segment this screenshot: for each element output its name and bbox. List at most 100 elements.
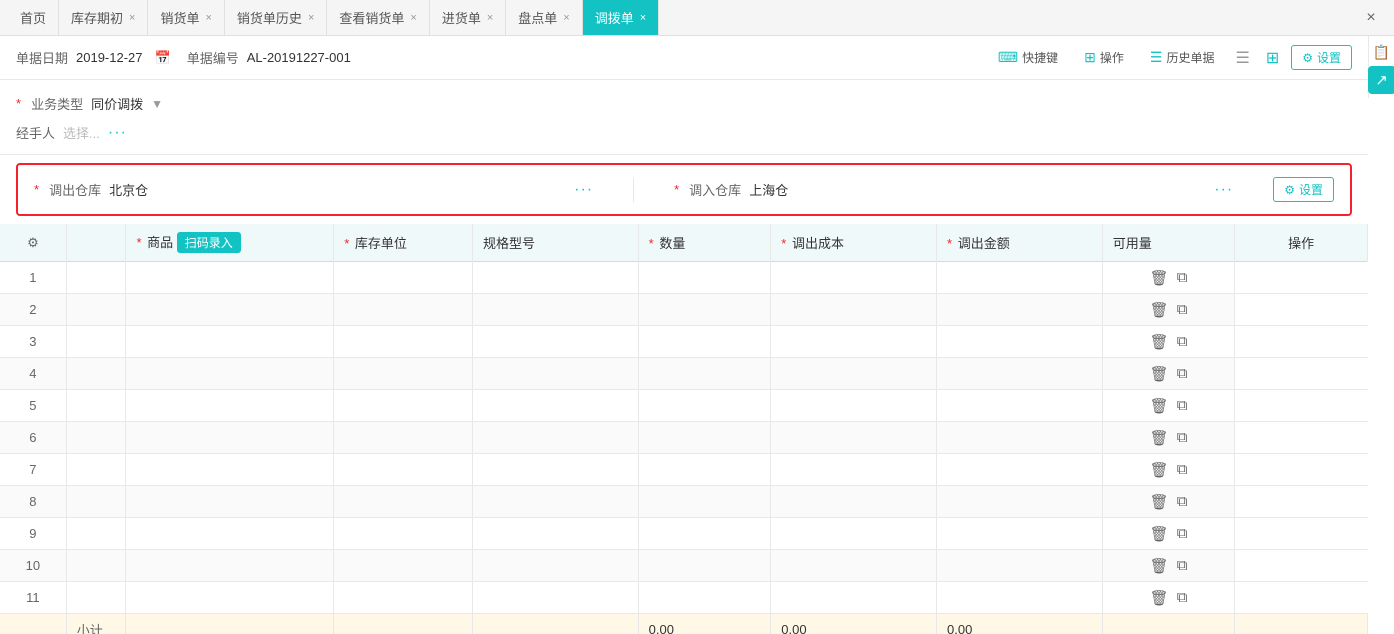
row-cost[interactable] xyxy=(638,550,771,582)
delete-icon[interactable]: 🗑 xyxy=(1150,589,1169,607)
delete-icon[interactable]: 🗑 xyxy=(1150,557,1169,575)
row-product[interactable] xyxy=(66,326,126,358)
operation-button[interactable]: ⊞ 操作 xyxy=(1075,44,1133,71)
row-cost[interactable] xyxy=(638,486,771,518)
row-cost[interactable] xyxy=(638,582,771,614)
row-unit[interactable] xyxy=(126,422,334,454)
row-unit[interactable] xyxy=(126,550,334,582)
tab-close-sales-history[interactable]: × xyxy=(308,12,314,24)
tab-close-view-sales[interactable]: × xyxy=(410,12,416,24)
row-qty[interactable] xyxy=(472,550,638,582)
row-unit[interactable] xyxy=(126,518,334,550)
row-cost[interactable] xyxy=(638,390,771,422)
row-product[interactable] xyxy=(66,486,126,518)
tab-close-inventory-init[interactable]: × xyxy=(129,12,135,24)
delete-icon[interactable]: 🗑 xyxy=(1150,269,1169,287)
delete-icon[interactable]: 🗑 xyxy=(1150,397,1169,415)
row-cost[interactable] xyxy=(638,422,771,454)
settings-button[interactable]: ⚙ 设置 xyxy=(1291,45,1352,70)
row-product[interactable] xyxy=(66,550,126,582)
copy-icon[interactable]: ⧉ xyxy=(1177,525,1188,542)
copy-icon[interactable]: ⧉ xyxy=(1177,333,1188,350)
warehouse-in-value[interactable]: 上海仓 xyxy=(749,180,788,199)
row-spec[interactable] xyxy=(334,326,473,358)
handler-placeholder[interactable]: 选择... xyxy=(63,123,100,142)
row-unit[interactable] xyxy=(126,390,334,422)
row-qty[interactable] xyxy=(472,294,638,326)
copy-icon[interactable]: ⧉ xyxy=(1177,429,1188,446)
window-close-button[interactable]: × xyxy=(1356,3,1386,33)
delete-icon[interactable]: 🗑 xyxy=(1150,333,1169,351)
row-amount[interactable] xyxy=(771,326,937,358)
row-unit[interactable] xyxy=(126,358,334,390)
row-amount[interactable] xyxy=(771,294,937,326)
doc-date-value[interactable]: 2019-12-27 xyxy=(76,50,143,65)
delete-icon[interactable]: 🗑 xyxy=(1150,461,1169,479)
tab-purchase-order[interactable]: 进货单 × xyxy=(430,0,506,35)
row-product[interactable] xyxy=(66,518,126,550)
warehouse-out-more-icon[interactable]: ··· xyxy=(574,181,593,199)
copy-icon[interactable]: ⧉ xyxy=(1177,365,1188,382)
row-spec[interactable] xyxy=(334,294,473,326)
row-product[interactable] xyxy=(66,454,126,486)
delete-icon[interactable]: 🗑 xyxy=(1150,525,1169,543)
tab-close-transfer-order[interactable]: × xyxy=(640,12,646,24)
tab-sales-order[interactable]: 销货单 × xyxy=(148,0,224,35)
row-qty[interactable] xyxy=(472,454,638,486)
row-cost[interactable] xyxy=(638,326,771,358)
row-spec[interactable] xyxy=(334,582,473,614)
tab-view-sales[interactable]: 查看销货单 × xyxy=(327,0,429,35)
layout-grid-button[interactable]: ⊞ xyxy=(1262,46,1283,70)
row-unit[interactable] xyxy=(126,326,334,358)
row-qty[interactable] xyxy=(472,390,638,422)
row-cost[interactable] xyxy=(638,518,771,550)
row-amount[interactable] xyxy=(771,454,937,486)
row-unit[interactable] xyxy=(126,454,334,486)
row-spec[interactable] xyxy=(334,518,473,550)
row-spec[interactable] xyxy=(334,486,473,518)
row-product[interactable] xyxy=(66,262,126,294)
copy-icon[interactable]: ⧉ xyxy=(1177,461,1188,478)
warehouse-out-value[interactable]: 北京仓 xyxy=(109,180,148,199)
tab-close-sales-order[interactable]: × xyxy=(205,12,211,24)
delete-icon[interactable]: 🗑 xyxy=(1150,365,1169,383)
row-qty[interactable] xyxy=(472,422,638,454)
row-amount[interactable] xyxy=(771,390,937,422)
copy-icon[interactable]: ⧉ xyxy=(1177,397,1188,414)
row-spec[interactable] xyxy=(334,390,473,422)
row-product[interactable] xyxy=(66,390,126,422)
col-header-settings[interactable]: ⚙ xyxy=(0,224,66,262)
row-amount[interactable] xyxy=(771,262,937,294)
row-amount[interactable] xyxy=(771,582,937,614)
row-cost[interactable] xyxy=(638,454,771,486)
shortcut-button[interactable]: ⌨ 快捷键 xyxy=(989,44,1067,71)
row-spec[interactable] xyxy=(334,422,473,454)
row-qty[interactable] xyxy=(472,262,638,294)
tab-transfer-order[interactable]: 调拨单 × xyxy=(583,0,659,35)
row-spec[interactable] xyxy=(334,262,473,294)
row-spec[interactable] xyxy=(334,550,473,582)
row-qty[interactable] xyxy=(472,358,638,390)
row-qty[interactable] xyxy=(472,518,638,550)
row-amount[interactable] xyxy=(771,486,937,518)
row-product[interactable] xyxy=(66,422,126,454)
row-qty[interactable] xyxy=(472,486,638,518)
row-cost[interactable] xyxy=(638,262,771,294)
row-spec[interactable] xyxy=(334,358,473,390)
row-unit[interactable] xyxy=(126,262,334,294)
copy-icon[interactable]: ⧉ xyxy=(1177,269,1188,286)
copy-icon[interactable]: ⧉ xyxy=(1177,589,1188,606)
row-cost[interactable] xyxy=(638,358,771,390)
sidebar-link-icon[interactable]: ↗ xyxy=(1368,66,1394,94)
handler-more-icon[interactable]: ··· xyxy=(108,124,127,142)
row-unit[interactable] xyxy=(126,294,334,326)
row-product[interactable] xyxy=(66,582,126,614)
row-unit[interactable] xyxy=(126,582,334,614)
row-amount[interactable] xyxy=(771,518,937,550)
row-spec[interactable] xyxy=(334,454,473,486)
calendar-icon[interactable]: 📅 xyxy=(155,50,171,66)
warehouse-settings-button[interactable]: ⚙ 设置 xyxy=(1273,177,1334,202)
delete-icon[interactable]: 🗑 xyxy=(1150,493,1169,511)
row-unit[interactable] xyxy=(126,486,334,518)
table-container[interactable]: ⚙ * 商品 扫码录入 * 库存单位 规格型号 * 数量 xyxy=(0,224,1368,634)
